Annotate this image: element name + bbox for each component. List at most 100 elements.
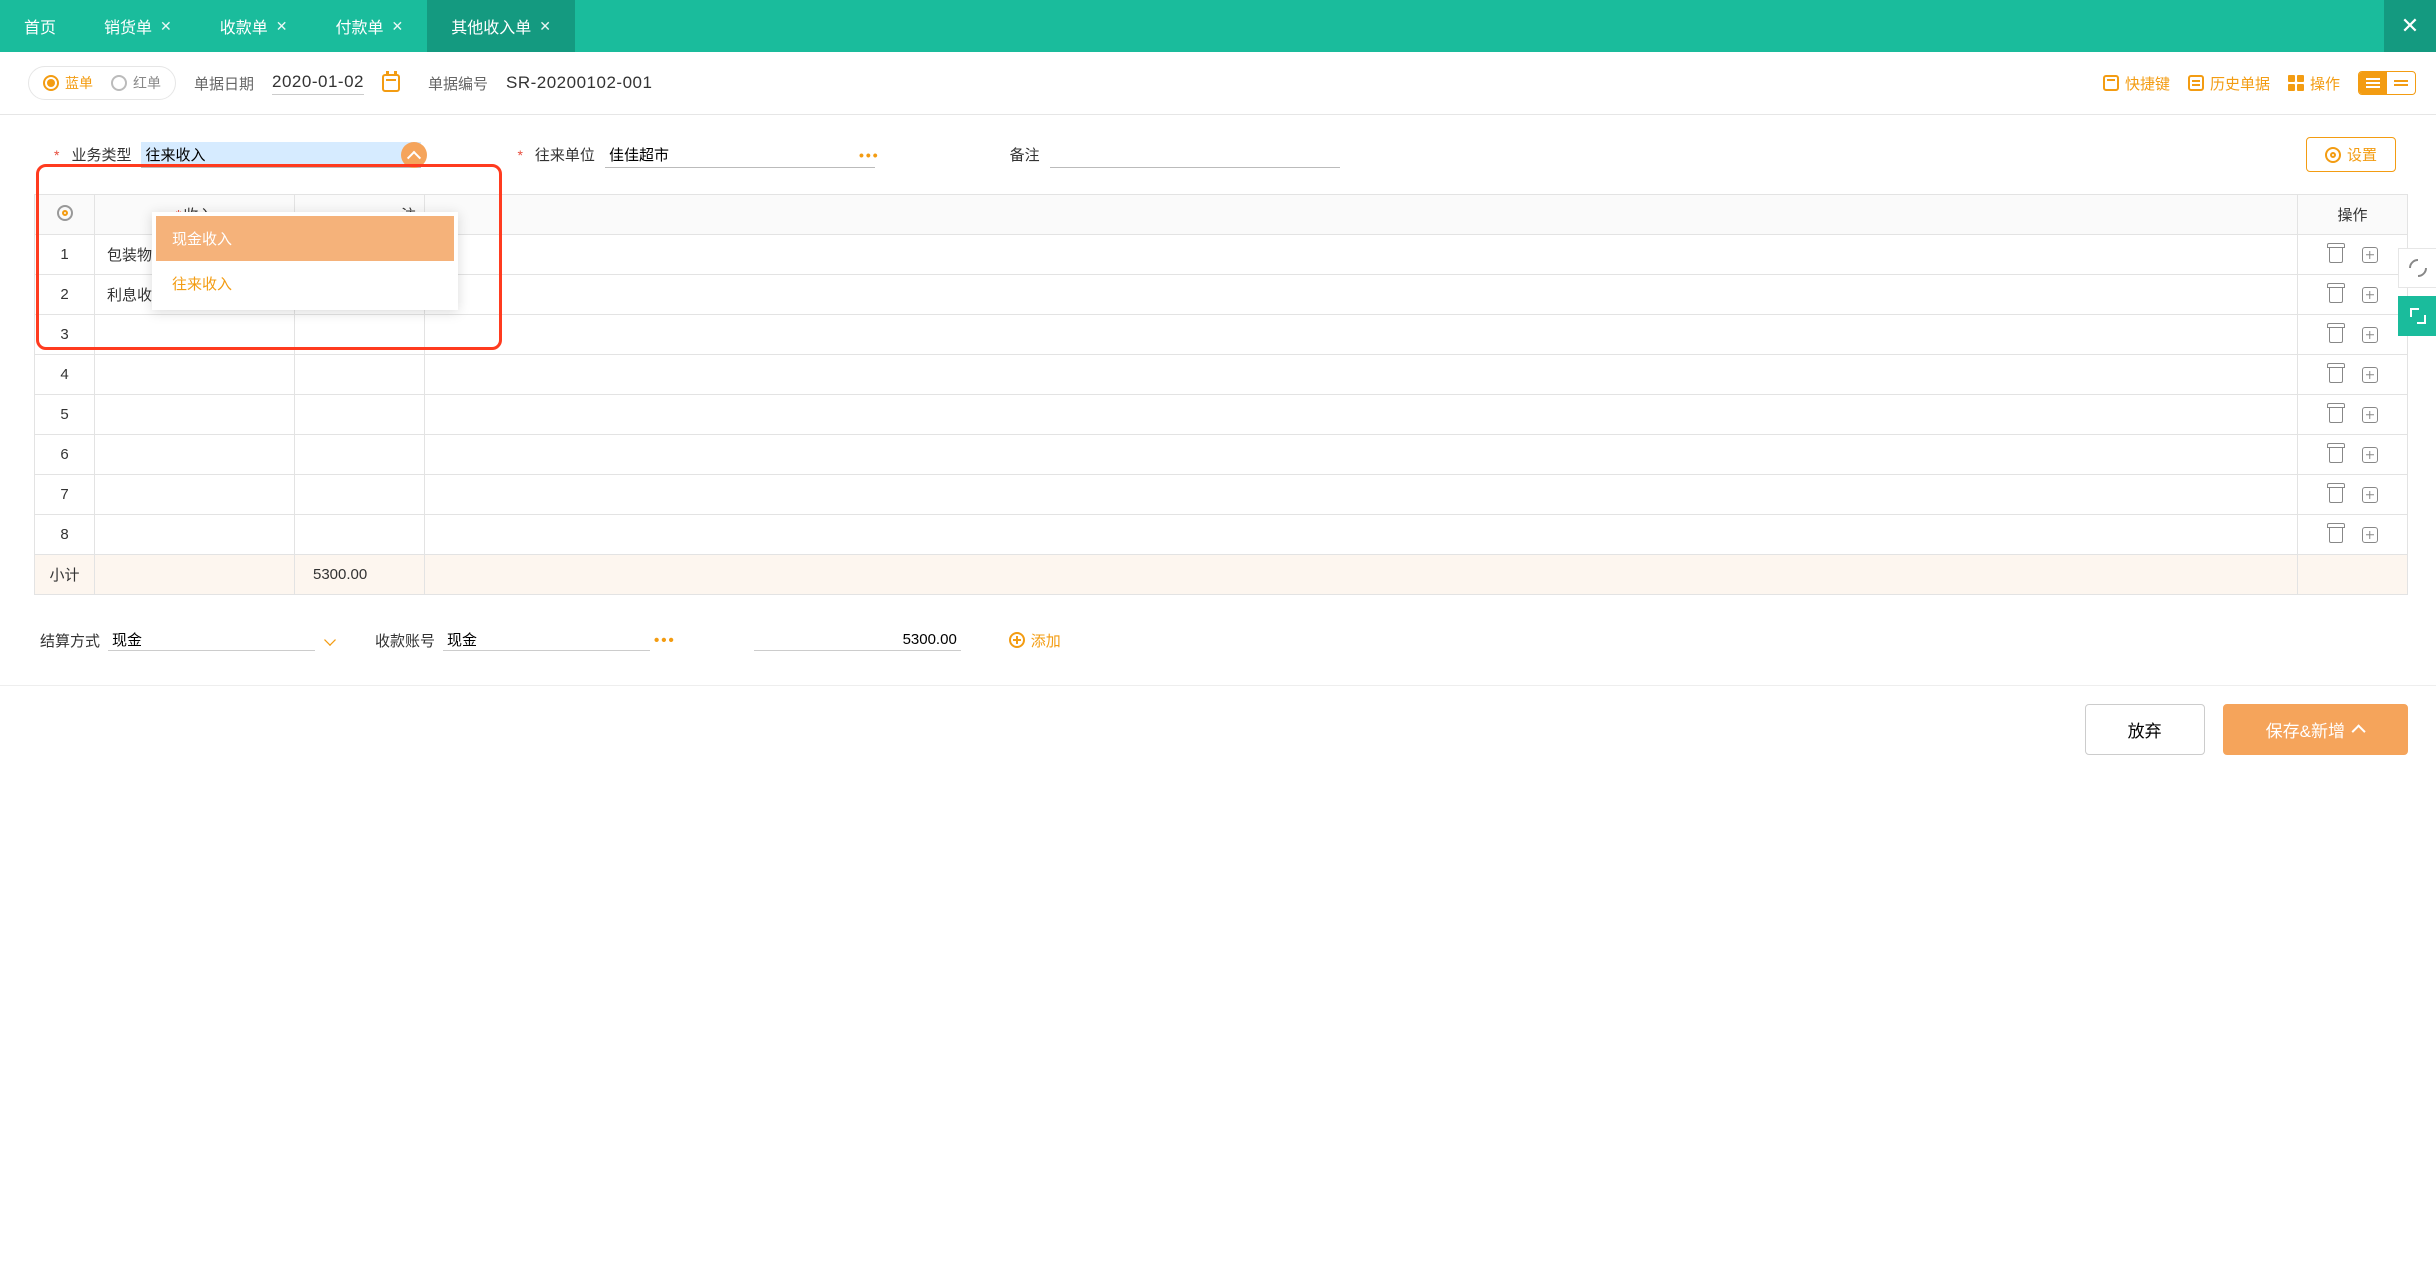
table-row[interactable]: 4 xyxy=(35,355,2408,395)
table-row[interactable]: 5 xyxy=(35,395,2408,435)
radio-red[interactable]: 红单 xyxy=(111,73,161,93)
row-c2[interactable] xyxy=(295,475,425,515)
row-c3[interactable] xyxy=(425,515,2298,555)
row-c1[interactable] xyxy=(95,395,295,435)
close-icon[interactable]: ✕ xyxy=(392,18,404,35)
required-mark: * xyxy=(54,147,59,163)
view-card-button[interactable] xyxy=(2387,72,2415,94)
row-c1[interactable] xyxy=(95,315,295,355)
account-label: 收款账号 xyxy=(375,630,435,651)
radio-blue[interactable]: 蓝单 xyxy=(43,73,93,93)
insert-row-button[interactable] xyxy=(2360,325,2380,345)
gear-icon xyxy=(57,205,73,221)
save-and-new-button[interactable]: 保存&新增 xyxy=(2223,704,2408,755)
row-c2[interactable] xyxy=(295,395,425,435)
settings-button[interactable]: 设置 xyxy=(2306,137,2396,172)
delete-row-button[interactable] xyxy=(2326,445,2346,465)
close-icon[interactable]: ✕ xyxy=(160,18,172,35)
party-input[interactable] xyxy=(605,142,875,168)
insert-row-button[interactable] xyxy=(2360,405,2380,425)
row-c1[interactable] xyxy=(95,355,295,395)
insert-row-button[interactable] xyxy=(2360,245,2380,265)
document-header: 蓝单 红单 单据日期 2020-01-02 单据编号 SR-20200102-0… xyxy=(0,52,2436,115)
date-value[interactable]: 2020-01-02 xyxy=(272,72,364,95)
row-ops xyxy=(2298,315,2408,355)
biz-type-dropdown: 现金收入 往来收入 xyxy=(152,212,458,310)
date-label: 单据日期 xyxy=(194,73,254,94)
row-ops xyxy=(2298,515,2408,555)
shortcut-link[interactable]: 快捷键 xyxy=(2103,73,2170,94)
row-ops xyxy=(2298,275,2408,315)
table-row[interactable]: 3 xyxy=(35,315,2408,355)
delete-row-button[interactable] xyxy=(2326,285,2346,305)
tab-other-income[interactable]: 其他收入单✕ xyxy=(427,0,575,52)
account-input[interactable] xyxy=(443,629,650,651)
row-c2[interactable] xyxy=(295,515,425,555)
keyboard-icon xyxy=(2103,75,2119,91)
delete-row-button[interactable] xyxy=(2326,365,2346,385)
insert-row-button[interactable] xyxy=(2360,365,2380,385)
chevron-down-icon[interactable] xyxy=(323,633,337,647)
calendar-icon[interactable] xyxy=(382,74,400,92)
row-c3[interactable] xyxy=(425,395,2298,435)
attachment-button[interactable] xyxy=(2398,248,2436,288)
tab-payment[interactable]: 付款单✕ xyxy=(312,0,428,52)
ops-link[interactable]: 操作 xyxy=(2288,73,2340,94)
row-c3[interactable] xyxy=(425,355,2298,395)
row-ops xyxy=(2298,235,2408,275)
table-row[interactable]: 7 xyxy=(35,475,2408,515)
row-c3[interactable] xyxy=(425,475,2298,515)
row-c1[interactable] xyxy=(95,475,295,515)
trash-icon xyxy=(2329,407,2343,423)
plus-icon xyxy=(1009,632,1025,648)
add-payment-link[interactable]: 添加 xyxy=(1009,630,1061,651)
insert-row-button[interactable] xyxy=(2360,525,2380,545)
close-icon[interactable]: ✕ xyxy=(539,18,551,35)
tab-receipt[interactable]: 收款单✕ xyxy=(196,0,312,52)
expand-button[interactable] xyxy=(2398,296,2436,336)
row-c2[interactable] xyxy=(295,315,425,355)
settle-input[interactable] xyxy=(108,629,315,651)
row-c3[interactable] xyxy=(425,235,2298,275)
biz-type-input[interactable] xyxy=(141,142,421,168)
insert-row-button[interactable] xyxy=(2360,445,2380,465)
delete-row-button[interactable] xyxy=(2326,325,2346,345)
tab-sales[interactable]: 销货单✕ xyxy=(80,0,196,52)
biz-type-field: * 业务类型 xyxy=(54,142,427,168)
row-ops xyxy=(2298,435,2408,475)
row-c2[interactable] xyxy=(295,355,425,395)
delete-row-button[interactable] xyxy=(2326,245,2346,265)
trash-icon xyxy=(2329,247,2343,263)
expand-icon xyxy=(2410,308,2426,324)
table-row[interactable]: 6 xyxy=(35,435,2408,475)
delete-row-button[interactable] xyxy=(2326,485,2346,505)
docno-value: SR-20200102-001 xyxy=(506,73,652,93)
row-c1[interactable] xyxy=(95,515,295,555)
amount-input[interactable] xyxy=(754,629,961,651)
more-icon[interactable]: ••• xyxy=(654,632,676,649)
close-panel-button[interactable]: ✕ xyxy=(2384,0,2436,52)
more-icon[interactable]: ••• xyxy=(859,147,880,163)
chevron-up-icon[interactable] xyxy=(401,142,427,168)
row-c1[interactable] xyxy=(95,435,295,475)
row-c3[interactable] xyxy=(425,275,2298,315)
view-list-button[interactable] xyxy=(2359,72,2387,94)
close-icon[interactable]: ✕ xyxy=(276,18,288,35)
dropdown-option-ar[interactable]: 往来收入 xyxy=(156,261,454,306)
row-index: 5 xyxy=(35,395,95,435)
table-row[interactable]: 8 xyxy=(35,515,2408,555)
amount-field xyxy=(754,629,961,651)
delete-row-button[interactable] xyxy=(2326,405,2346,425)
tab-home[interactable]: 首页 xyxy=(0,0,80,52)
insert-row-button[interactable] xyxy=(2360,485,2380,505)
remark-input[interactable] xyxy=(1050,142,1340,168)
dropdown-option-cash[interactable]: 现金收入 xyxy=(156,216,454,261)
row-c3[interactable] xyxy=(425,435,2298,475)
row-c2[interactable] xyxy=(295,435,425,475)
delete-row-button[interactable] xyxy=(2326,525,2346,545)
row-c3[interactable] xyxy=(425,315,2298,355)
table-settings-header[interactable] xyxy=(35,195,95,235)
insert-row-button[interactable] xyxy=(2360,285,2380,305)
discard-button[interactable]: 放弃 xyxy=(2085,704,2205,755)
history-link[interactable]: 历史单据 xyxy=(2188,73,2270,94)
